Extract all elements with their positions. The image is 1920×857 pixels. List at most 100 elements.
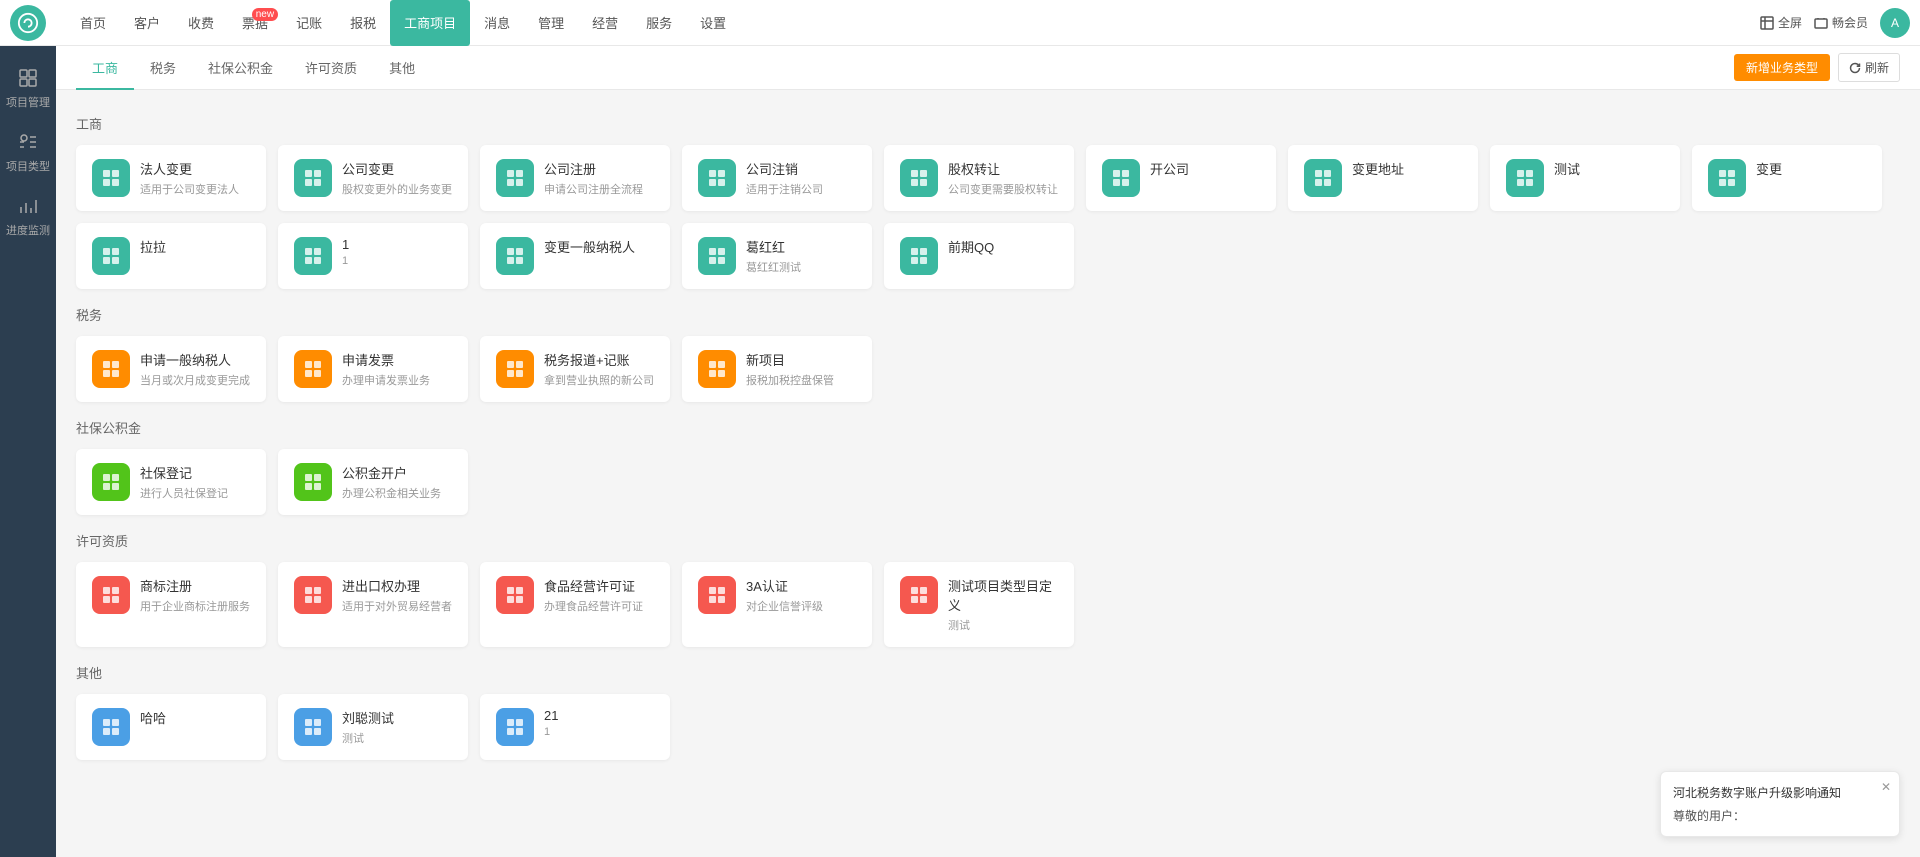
card-title: 哈哈 bbox=[140, 708, 250, 727]
card-title: 1 bbox=[342, 237, 452, 252]
card-title: 法人变更 bbox=[140, 159, 250, 178]
card-公司注册[interactable]: 公司注册 申请公司注册全流程 bbox=[480, 145, 670, 211]
content-area: 工商 法人变更 适用于公司变更法人 bbox=[56, 90, 1920, 792]
tab-许可资质[interactable]: 许可资质 bbox=[289, 46, 373, 90]
card-测试[interactable]: 测试 bbox=[1490, 145, 1680, 211]
sidebar-item-label: 项目管理 bbox=[6, 94, 50, 110]
nav-item-经营[interactable]: 经营 bbox=[578, 0, 632, 46]
card-葛红红[interactable]: 葛红红 葛红红测试 bbox=[682, 223, 872, 289]
card-title: 变更 bbox=[1756, 159, 1866, 178]
nav-item-工商项目[interactable]: 工商项目 bbox=[390, 0, 470, 46]
card-食品经营许可证[interactable]: 食品经营许可证 办理食品经营许可证 bbox=[480, 562, 670, 647]
open-icon bbox=[1102, 159, 1140, 197]
grid-icon bbox=[294, 237, 332, 275]
tab-税务[interactable]: 税务 bbox=[134, 46, 192, 90]
card-测试项目类型目定义[interactable]: 测试项目类型目定义 测试 bbox=[884, 562, 1074, 647]
cards-grid-社保公积金: 社保登记 进行人员社保登记 公积金开户 办理公积金相关业务 bbox=[76, 449, 1900, 515]
address-icon bbox=[1304, 159, 1342, 197]
card-title: 21 bbox=[544, 708, 654, 723]
card-title: 股权转让 bbox=[948, 159, 1058, 178]
nav-item-服务[interactable]: 服务 bbox=[632, 0, 686, 46]
test-icon bbox=[900, 576, 938, 614]
building-icon bbox=[294, 159, 332, 197]
notification-title: 河北税务数字账户升级影响通知 bbox=[1673, 784, 1887, 801]
section-title-社保公积金: 社保公积金 bbox=[76, 418, 1900, 437]
section-title-许可资质: 许可资质 bbox=[76, 531, 1900, 550]
transfer-icon bbox=[900, 159, 938, 197]
card-新项目[interactable]: 新项目 报税加税控盘保管 bbox=[682, 336, 872, 402]
card-公司注销[interactable]: 公司注销 适用于注销公司 bbox=[682, 145, 872, 211]
card-法人变更[interactable]: 法人变更 适用于公司变更法人 bbox=[76, 145, 266, 211]
card-变更一般纳税人[interactable]: 变更一般纳税人 bbox=[480, 223, 670, 289]
sidebar-item-进度监测[interactable]: 进度监测 bbox=[0, 184, 56, 248]
nav-item-记账[interactable]: 记账 bbox=[282, 0, 336, 46]
person-icon bbox=[92, 159, 130, 197]
fullscreen-btn[interactable]: 全屏 bbox=[1760, 14, 1802, 31]
nav-item-管理[interactable]: 管理 bbox=[524, 0, 578, 46]
notification-close[interactable]: ✕ bbox=[1881, 780, 1891, 794]
nav-item-票据[interactable]: 票据new bbox=[228, 0, 282, 46]
sidebar-item-项目管理[interactable]: 项目管理 bbox=[0, 56, 56, 120]
tab-社保公积金[interactable]: 社保公积金 bbox=[192, 46, 289, 90]
logo[interactable] bbox=[10, 5, 46, 41]
nav-right: 全屏 畅会员 A bbox=[1760, 8, 1910, 38]
sidebar-item-项目类型[interactable]: 项目类型 bbox=[0, 120, 56, 184]
card-desc: 办理公积金相关业务 bbox=[342, 485, 452, 501]
card-申请一般纳税人[interactable]: 申请一般纳税人 当月或次月成变更完成 bbox=[76, 336, 266, 402]
card-title: 公积金开户 bbox=[342, 463, 452, 482]
tax-person-icon bbox=[92, 350, 130, 388]
sidebar: 项目管理项目类型进度监测 bbox=[0, 46, 56, 857]
card-刘聪测试[interactable]: 刘聪测试 测试 bbox=[278, 694, 468, 760]
nav-item-设置[interactable]: 设置 bbox=[686, 0, 740, 46]
card-社保登记[interactable]: 社保登记 进行人员社保登记 bbox=[76, 449, 266, 515]
card-title: 公司注册 bbox=[544, 159, 654, 178]
card-公司变更[interactable]: 公司变更 股权变更外的业务变更 bbox=[278, 145, 468, 211]
card-title: 社保登记 bbox=[140, 463, 250, 482]
card-股权转让[interactable]: 股权转让 公司变更需要股权转让 bbox=[884, 145, 1074, 211]
card-公积金开户[interactable]: 公积金开户 办理公积金相关业务 bbox=[278, 449, 468, 515]
card-title: 变更一般纳税人 bbox=[544, 237, 654, 256]
card-desc: 对企业信誉评级 bbox=[746, 598, 856, 614]
member-btn[interactable]: 畅会员 bbox=[1814, 14, 1868, 31]
card-title: 申请一般纳税人 bbox=[140, 350, 250, 369]
card-desc: 申请公司注册全流程 bbox=[544, 181, 654, 197]
card-1[interactable]: 1 1 bbox=[278, 223, 468, 289]
nav-item-首页[interactable]: 首页 bbox=[66, 0, 120, 46]
card-desc: 测试 bbox=[342, 730, 452, 746]
cards-grid-许可资质: 商标注册 用于企业商标注册服务 进出口权办理 适用于对外贸易经营者 bbox=[76, 562, 1900, 647]
nav-item-收费[interactable]: 收费 bbox=[174, 0, 228, 46]
nav-item-消息[interactable]: 消息 bbox=[470, 0, 524, 46]
card-哈哈[interactable]: 哈哈 bbox=[76, 694, 266, 760]
grid-icon bbox=[92, 237, 130, 275]
card-desc: 当月或次月成变更完成 bbox=[140, 372, 250, 388]
grid-icon bbox=[900, 237, 938, 275]
nav-menu: 首页客户收费票据new记账报税工商项目消息管理经营服务设置 bbox=[66, 0, 1760, 46]
grid-icon bbox=[1506, 159, 1544, 197]
card-desc: 办理申请发票业务 bbox=[342, 372, 452, 388]
card-前期QQ[interactable]: 前期QQ bbox=[884, 223, 1074, 289]
new-type-button[interactable]: 新增业务类型 bbox=[1734, 54, 1830, 81]
refresh-button[interactable]: 刷新 bbox=[1838, 53, 1900, 82]
card-3A认证[interactable]: 3A认证 对企业信誉评级 bbox=[682, 562, 872, 647]
card-税务报道+记账[interactable]: 税务报道+记账 拿到营业执照的新公司 bbox=[480, 336, 670, 402]
card-21[interactable]: 21 1 bbox=[480, 694, 670, 760]
card-title: 葛红红 bbox=[746, 237, 856, 256]
card-进出口权办理[interactable]: 进出口权办理 适用于对外贸易经营者 bbox=[278, 562, 468, 647]
nav-item-客户[interactable]: 客户 bbox=[120, 0, 174, 46]
card-申请发票[interactable]: 申请发票 办理申请发票业务 bbox=[278, 336, 468, 402]
card-变更[interactable]: 变更 bbox=[1692, 145, 1882, 211]
user-avatar[interactable]: A bbox=[1880, 8, 1910, 38]
card-开公司[interactable]: 开公司 bbox=[1086, 145, 1276, 211]
card-title: 进出口权办理 bbox=[342, 576, 452, 595]
section-title-税务: 税务 bbox=[76, 305, 1900, 324]
card-变更地址[interactable]: 变更地址 bbox=[1288, 145, 1478, 211]
register-icon bbox=[496, 159, 534, 197]
card-商标注册[interactable]: 商标注册 用于企业商标注册服务 bbox=[76, 562, 266, 647]
nav-item-报税[interactable]: 报税 bbox=[336, 0, 390, 46]
sidebar-item-label: 项目类型 bbox=[6, 158, 50, 174]
tab-工商[interactable]: 工商 bbox=[76, 46, 134, 90]
top-nav: 首页客户收费票据new记账报税工商项目消息管理经营服务设置 全屏 畅会员 A bbox=[0, 0, 1920, 46]
tab-其他[interactable]: 其他 bbox=[373, 46, 431, 90]
card-拉拉[interactable]: 拉拉 bbox=[76, 223, 266, 289]
notification-panel: ✕ 河北税务数字账户升级影响通知 尊敬的用户： bbox=[1660, 771, 1900, 837]
